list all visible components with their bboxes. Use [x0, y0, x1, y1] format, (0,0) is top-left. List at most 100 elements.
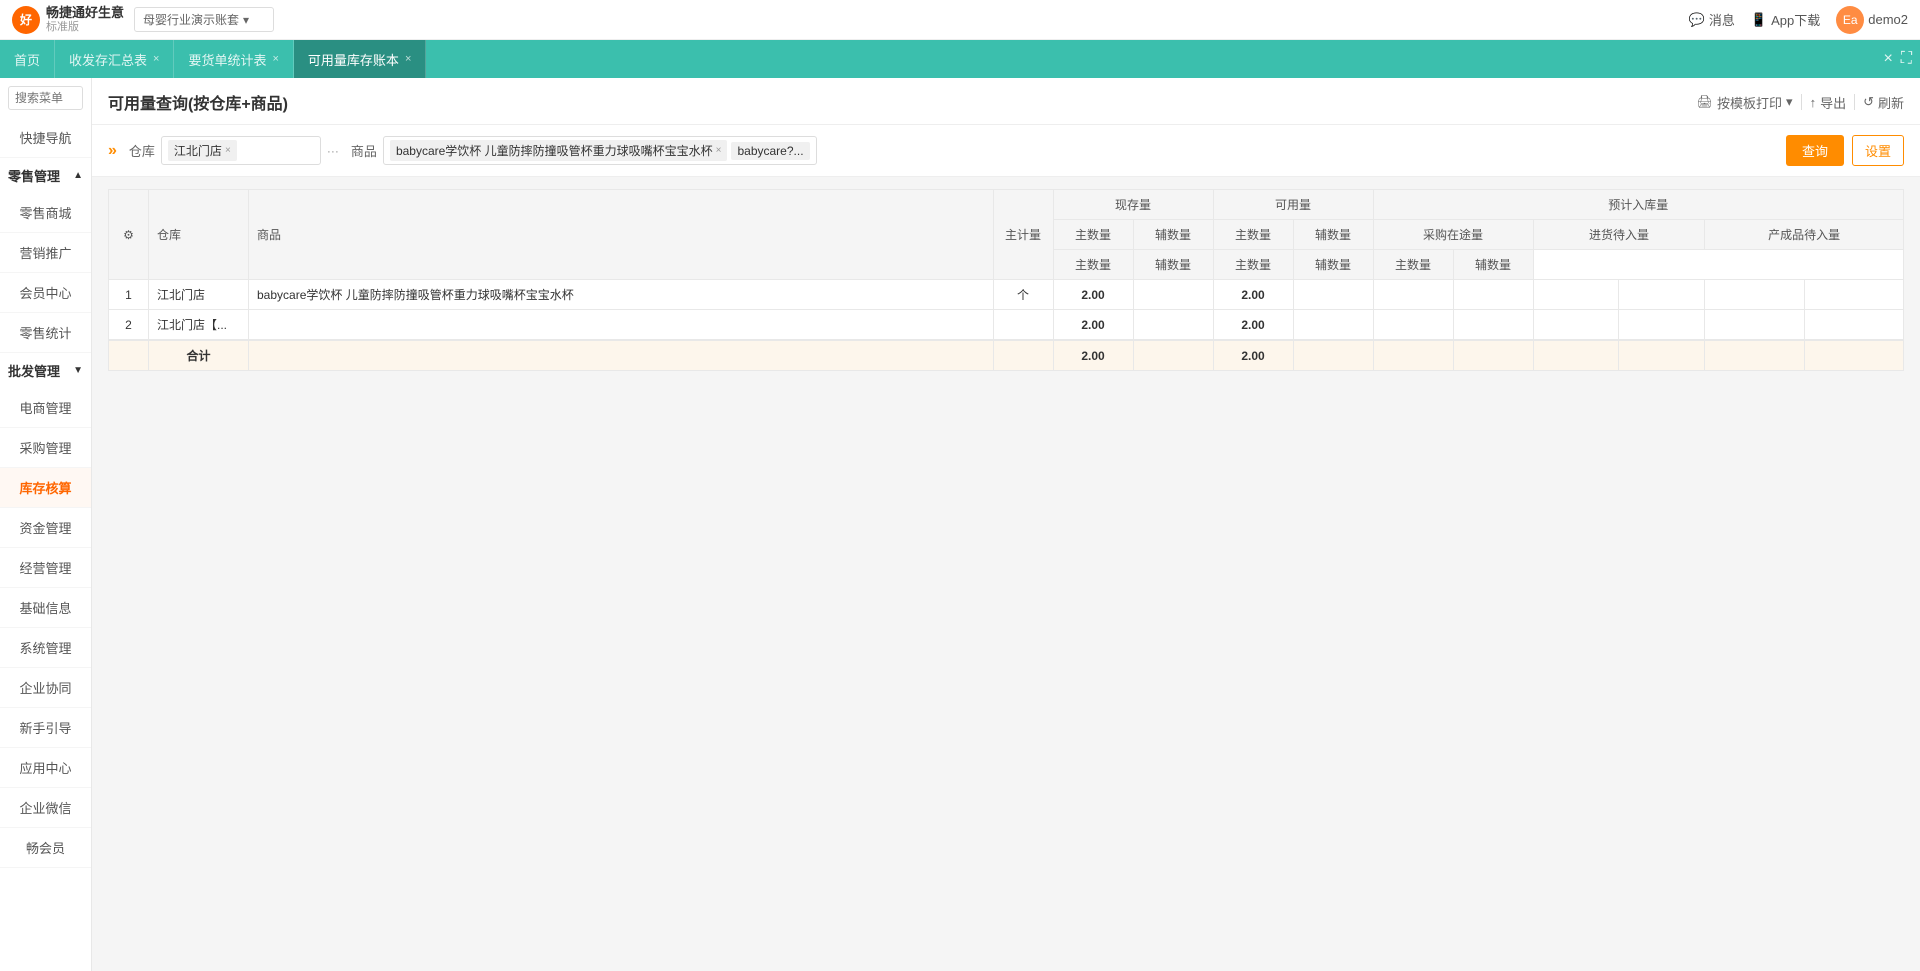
cell-purchase-aux: [1453, 280, 1533, 310]
sidebar-search-area: [0, 78, 91, 118]
sidebar-item-inventory[interactable]: 库存核算: [0, 468, 91, 508]
settings-button[interactable]: 设置: [1852, 135, 1904, 166]
footer-current-main: 2.00: [1053, 340, 1133, 371]
tab-available-stock-label: 可用量库存账本: [308, 50, 399, 69]
logo-text: 畅捷通好生意 标准版: [46, 5, 124, 34]
sidebar-item-wholesale-mgmt-label: 批发管理: [8, 361, 60, 380]
refresh-btn[interactable]: ↺ 刷新: [1863, 93, 1904, 112]
refresh-label: 刷新: [1878, 93, 1904, 112]
query-button[interactable]: 查询: [1786, 135, 1844, 166]
cell-available-main: 2.00: [1213, 280, 1293, 310]
tab-close-all-btn[interactable]: ×: [1883, 50, 1892, 68]
divider2: [1854, 94, 1855, 110]
table-container: ⚙ 仓库 商品 主计量 现存量 可用量 预计入库量 主数量 辅数量 主数量 辅数…: [92, 177, 1920, 971]
th-unit: 主计量: [993, 190, 1053, 280]
logo-main-text: 畅捷通好生意: [46, 5, 124, 21]
warehouse-more[interactable]: ···: [327, 144, 339, 158]
sidebar-item-retail-shop[interactable]: 零售商城: [0, 193, 91, 233]
filter-row: » 仓库 江北门店 × ··· 商品 babycare学饮杯 儿童防摔防撞吸管杯…: [92, 125, 1920, 177]
th-production-aux: 辅数量: [1453, 250, 1533, 280]
sidebar-item-enterprise-wechat[interactable]: 企业微信: [0, 788, 91, 828]
footer-production-aux: [1804, 340, 1903, 371]
sidebar-item-system[interactable]: 系统管理: [0, 628, 91, 668]
filter-toggle-btn[interactable]: »: [108, 142, 117, 160]
sidebar-item-enterprise[interactable]: 企业协同: [0, 668, 91, 708]
tab-available-stock[interactable]: 可用量库存账本 ×: [294, 40, 426, 78]
th-purchase-main: 主数量: [1053, 250, 1133, 280]
message-label: 消息: [1709, 10, 1735, 29]
sidebar-item-app-center[interactable]: 应用中心: [0, 748, 91, 788]
cell-available-main: 2.00: [1213, 310, 1293, 341]
footer-purchase-main: [1373, 340, 1453, 371]
app-download-btn[interactable]: 📱 App下载: [1751, 10, 1820, 29]
expand-icon: ▲: [73, 170, 83, 181]
sidebar-item-retail-stats[interactable]: 零售统计: [0, 313, 91, 353]
print-btn[interactable]: 🖨 按模板打印 ▾: [1697, 93, 1793, 112]
expand-icon2: ▼: [73, 365, 83, 376]
cell-purchase-aux: [1453, 310, 1533, 341]
sidebar-item-retail-mgmt-label: 零售管理: [8, 166, 60, 185]
page-actions: 🖨 按模板打印 ▾ ↑ 导出 ↺ 刷新: [1697, 93, 1905, 112]
industry-selector[interactable]: 母婴行业演示账套 ▾: [134, 7, 274, 32]
cell-incoming-main: [1533, 310, 1619, 341]
sidebar-item-finance[interactable]: 资金管理: [0, 508, 91, 548]
cell-incoming-main: [1533, 280, 1619, 310]
cell-production-aux: [1804, 280, 1903, 310]
sidebar-item-ecommerce[interactable]: 电商管理: [0, 388, 91, 428]
cell-production-main: [1705, 310, 1804, 341]
footer-empty2: [249, 340, 994, 371]
search-input[interactable]: [8, 86, 83, 110]
footer-label: 合计: [149, 340, 249, 371]
th-incoming-aux: 辅数量: [1293, 250, 1373, 280]
cell-current-aux: [1133, 310, 1213, 341]
product-tag2-text: babycare?...: [737, 144, 803, 158]
cell-product: [249, 310, 994, 341]
tab-income-close[interactable]: ×: [153, 53, 159, 65]
tab-home[interactable]: 首页: [0, 40, 55, 78]
page-title-row: 可用量查询(按仓库+商品) 🖨 按模板打印 ▾ ↑ 导出 ↺: [108, 90, 1904, 114]
th-incoming-main: 主数量: [1213, 250, 1293, 280]
th-production-group: 产成品待入量: [1705, 220, 1904, 250]
sidebar-item-vip[interactable]: 畅会员: [0, 828, 91, 868]
cell-incoming-aux: [1619, 280, 1705, 310]
sidebar-item-basic-info[interactable]: 基础信息: [0, 588, 91, 628]
content-area: 可用量查询(按仓库+商品) 🖨 按模板打印 ▾ ↑ 导出 ↺: [92, 78, 1920, 971]
print-dropdown-icon: ▾: [1786, 94, 1793, 110]
warehouse-tag-close[interactable]: ×: [225, 145, 231, 156]
logo-icon: 好: [12, 6, 40, 34]
tab-available-stock-close[interactable]: ×: [405, 53, 411, 65]
product-tag-close[interactable]: ×: [716, 145, 722, 156]
cell-warehouse: 江北门店: [149, 280, 249, 310]
username: demo2: [1868, 12, 1908, 27]
sidebar-item-quick-nav[interactable]: 快捷导航: [0, 118, 91, 158]
user-menu[interactable]: Ea demo2: [1836, 6, 1908, 34]
sidebar-item-purchase[interactable]: 采购管理: [0, 428, 91, 468]
warehouse-tag-text: 江北门店: [174, 142, 222, 159]
table-row: 1 江北门店 babycare学饮杯 儿童防摔防撞吸管杯重力球吸嘴杯宝宝水杯 个…: [109, 280, 1904, 310]
product-filter-box[interactable]: babycare学饮杯 儿童防摔防撞吸管杯重力球吸嘴杯宝宝水杯 × babyca…: [383, 136, 817, 165]
th-available-group: 可用量: [1213, 190, 1373, 220]
sidebar: 快捷导航 零售管理 ▲ 零售商城 营销推广 会员中心 零售统计 批发管理 ▼ 电…: [0, 78, 92, 971]
top-bar-right: 💬 消息 📱 App下载 Ea demo2: [1689, 6, 1908, 34]
sidebar-item-marketing[interactable]: 营销推广: [0, 233, 91, 273]
message-btn[interactable]: 💬 消息: [1689, 10, 1735, 29]
export-btn[interactable]: ↑ 导出: [1810, 93, 1847, 112]
th-available-aux: 辅数量: [1293, 220, 1373, 250]
sidebar-item-wholesale-mgmt[interactable]: 批发管理 ▼: [0, 353, 91, 388]
sidebar-item-new-guide[interactable]: 新手引导: [0, 708, 91, 748]
sidebar-item-operations[interactable]: 经营管理: [0, 548, 91, 588]
tab-order-stats-close[interactable]: ×: [272, 53, 278, 65]
warehouse-filter-box[interactable]: 江北门店 ×: [161, 136, 321, 165]
tab-maximize-btn[interactable]: ⛶: [1901, 50, 1912, 68]
tab-bar: 首页 收发存汇总表 × 要货单统计表 × 可用量库存账本 × × ⛶: [0, 40, 1920, 78]
page-title: 可用量查询(按仓库+商品): [108, 90, 288, 114]
cell-incoming-aux: [1619, 310, 1705, 341]
warehouse-tag-jiangbei: 江北门店 ×: [168, 140, 237, 161]
sidebar-item-retail-mgmt[interactable]: 零售管理 ▲: [0, 158, 91, 193]
sidebar-item-member[interactable]: 会员中心: [0, 273, 91, 313]
top-bar: 好 畅捷通好生意 标准版 母婴行业演示账套 ▾ 💬 消息 📱 App下载 Ea …: [0, 0, 1920, 40]
tab-income[interactable]: 收发存汇总表 ×: [55, 40, 174, 78]
header-row-1: ⚙ 仓库 商品 主计量 现存量 可用量 预计入库量: [109, 190, 1904, 220]
tab-order-stats[interactable]: 要货单统计表 ×: [174, 40, 293, 78]
gear-icon[interactable]: ⚙: [123, 228, 134, 242]
